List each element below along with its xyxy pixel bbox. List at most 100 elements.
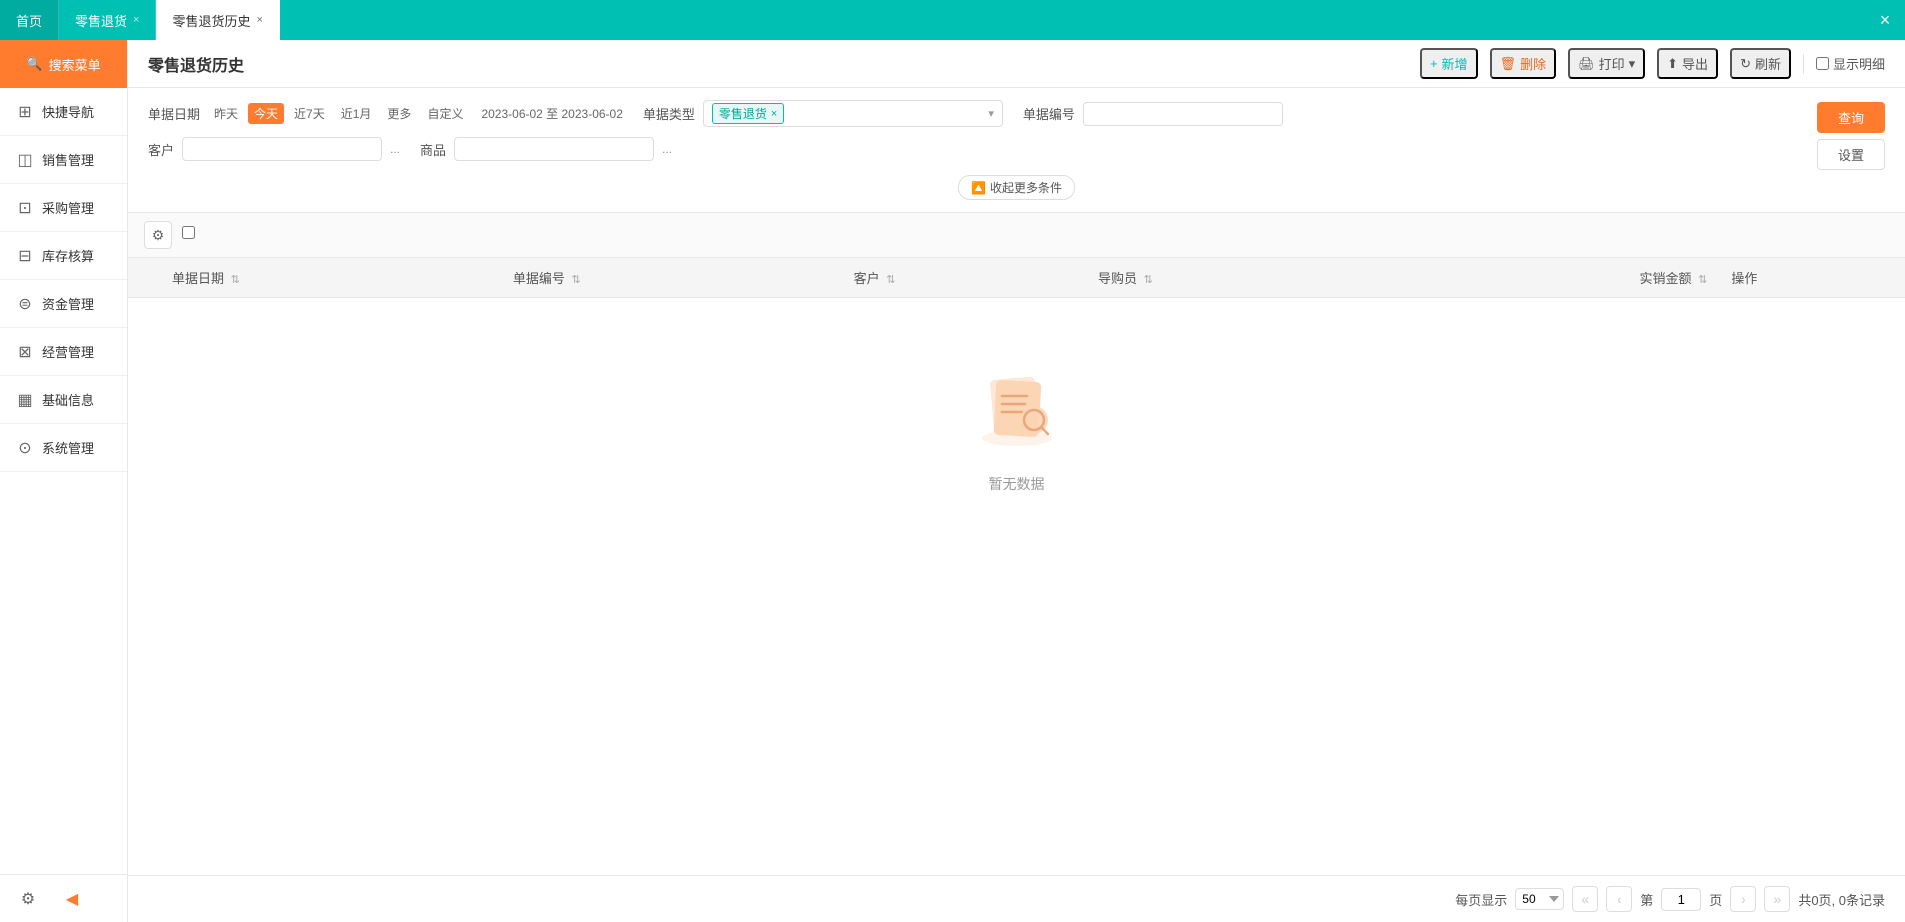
display-detail-label[interactable]: 显示明细: [1833, 54, 1885, 73]
sales-mgmt-icon: ◫: [16, 151, 34, 169]
th-date-sort-icon: ⇅: [231, 274, 240, 286]
th-amount-label: 实销金额: [1640, 271, 1692, 286]
sidebar-item-basic-info-label: 基础信息: [42, 390, 94, 409]
page-label: 第: [1640, 890, 1653, 909]
tab-retail-return-history[interactable]: 零售退货历史 ×: [156, 0, 279, 40]
sidebar-item-basic-info[interactable]: ▦ 基础信息: [0, 376, 127, 424]
th-date[interactable]: 单据日期 ⇅: [160, 258, 501, 298]
collapse-label: 收起更多条件: [990, 179, 1062, 196]
doc-type-tag-value: 零售退货: [719, 105, 767, 122]
display-detail-check: 显示明细: [1816, 54, 1885, 73]
date-opt-more[interactable]: 更多: [381, 103, 417, 124]
filter-main-row: 单据日期 昨天 今天 近7天 近1月 更多 自定义 2023-06-02 至 2…: [148, 100, 1885, 171]
purchase-mgmt-icon: ⊡: [16, 199, 34, 217]
sidebar-item-operations[interactable]: ⊠ 经营管理: [0, 328, 127, 376]
filter-doc-number: 单据编号: [1023, 102, 1283, 126]
quick-nav-icon: ⊞: [16, 103, 34, 121]
th-actions-label: 操作: [1731, 271, 1757, 286]
select-all-checkbox[interactable]: [182, 226, 195, 239]
filter-right-buttons: 查询 设置: [1797, 100, 1885, 170]
collapse-button[interactable]: 🔼 收起更多条件: [958, 175, 1075, 200]
doc-number-input[interactable]: [1083, 102, 1283, 126]
delete-button[interactable]: 🗑 删除: [1490, 48, 1557, 79]
goods-label: 商品: [420, 140, 446, 159]
settings-icon: ⚙: [21, 889, 35, 909]
customer-label: 客户: [148, 140, 174, 159]
doc-type-tag: 零售退货 ×: [712, 103, 784, 124]
export-button[interactable]: ⬆ 导出: [1657, 48, 1718, 79]
th-number-sort-icon: ⇅: [571, 274, 580, 286]
query-button[interactable]: 查询: [1817, 102, 1885, 133]
tab-retail-return-label: 零售退货: [75, 11, 127, 30]
display-detail-checkbox[interactable]: [1816, 57, 1829, 70]
prev-page-button[interactable]: ‹: [1606, 886, 1632, 912]
refresh-button[interactable]: ↻ 刷新: [1730, 48, 1791, 79]
date-opt-7days[interactable]: 近7天: [288, 103, 331, 124]
sidebar-item-quick-nav[interactable]: ⊞ 快捷导航: [0, 88, 127, 136]
sidebar-item-finance[interactable]: ⊜ 资金管理: [0, 280, 127, 328]
last-page-button[interactable]: »: [1764, 886, 1790, 912]
th-customer-sort-icon: ⇅: [886, 274, 895, 286]
refresh-icon: ↻: [1740, 56, 1751, 72]
page-title: 零售退货历史: [148, 52, 244, 76]
top-bar: 首页 零售退货 × 零售退货历史 × ×: [0, 0, 1905, 40]
table-column-settings-button[interactable]: ⚙: [144, 221, 172, 249]
filter-fields: 单据日期 昨天 今天 近7天 近1月 更多 自定义 2023-06-02 至 2…: [148, 100, 1797, 171]
main-layout: 🔍 搜索菜单 ⊞ 快捷导航 ◫ 销售管理 ⊡ 采购管理 ⊟ 库存核算 ⊜ 资金管: [0, 40, 1905, 922]
sidebar-settings-button[interactable]: ⚙: [12, 883, 44, 915]
filter-date: 单据日期 昨天 今天 近7天 近1月 更多 自定义 2023-06-02 至 2…: [148, 103, 623, 124]
th-guide[interactable]: 导购员 ⇅: [1086, 258, 1379, 298]
print-button[interactable]: 🖨 打印 ▾: [1568, 48, 1645, 79]
doc-type-select[interactable]: 零售退货 × ▾: [703, 100, 1003, 127]
page-suffix: 页: [1709, 890, 1722, 909]
print-label: 打印: [1599, 54, 1625, 73]
window-close-button[interactable]: ×: [1865, 0, 1905, 40]
first-page-button[interactable]: «: [1572, 886, 1598, 912]
add-button[interactable]: + 新增: [1420, 48, 1478, 79]
filter-settings-button[interactable]: 设置: [1817, 139, 1885, 170]
filter-row-1: 单据日期 昨天 今天 近7天 近1月 更多 自定义 2023-06-02 至 2…: [148, 100, 1797, 127]
sidebar-item-sales-mgmt[interactable]: ◫ 销售管理: [0, 136, 127, 184]
filter-area: 单据日期 昨天 今天 近7天 近1月 更多 自定义 2023-06-02 至 2…: [128, 88, 1905, 213]
sidebar-item-purchase-mgmt[interactable]: ⊡ 采购管理: [0, 184, 127, 232]
search-icon: 🔍: [26, 56, 42, 72]
sidebar-volume-button[interactable]: ◀: [56, 883, 88, 915]
goods-input[interactable]: [454, 137, 654, 161]
doc-type-tag-close[interactable]: ×: [771, 108, 777, 120]
tab-retail-return-history-close[interactable]: ×: [256, 14, 262, 26]
th-customer[interactable]: 客户 ⇅: [842, 258, 1086, 298]
sidebar-search[interactable]: 🔍 搜索菜单: [0, 40, 127, 88]
date-options: 昨天 今天 近7天 近1月 更多 自定义: [208, 103, 469, 124]
customer-dots[interactable]: ...: [390, 142, 400, 156]
th-customer-label: 客户: [854, 271, 880, 286]
page-number-input[interactable]: [1661, 888, 1701, 911]
date-opt-yesterday[interactable]: 昨天: [208, 103, 244, 124]
date-opt-today[interactable]: 今天: [248, 103, 284, 124]
doc-type-arrow-icon[interactable]: ▾: [988, 107, 994, 120]
page-header: 零售退货历史 + 新增 🗑 删除 🖨 打印 ▾ ⬆ 导出: [128, 40, 1905, 88]
collapse-icon: 🔼: [971, 181, 986, 195]
volume-icon: ◀: [66, 889, 78, 909]
filter-goods: 商品 ...: [420, 137, 672, 161]
customer-input[interactable]: [182, 137, 382, 161]
tab-list: 首页 零售退货 × 零售退货历史 ×: [0, 0, 1865, 40]
tab-retail-return-close[interactable]: ×: [133, 14, 139, 26]
sidebar-search-label: 搜索菜单: [49, 55, 101, 74]
goods-dots[interactable]: ...: [662, 142, 672, 156]
per-page-select[interactable]: 50 10 20 100: [1515, 888, 1564, 910]
sidebar-item-system-mgmt[interactable]: ⊙ 系统管理: [0, 424, 127, 472]
table-area: ⚙ 单据日期 ⇅: [128, 213, 1905, 875]
finance-icon: ⊜: [16, 295, 34, 313]
th-number[interactable]: 单据编号 ⇅: [501, 258, 842, 298]
date-opt-1month[interactable]: 近1月: [335, 103, 378, 124]
th-amount[interactable]: 实销金额 ⇅: [1379, 258, 1720, 298]
next-page-button[interactable]: ›: [1730, 886, 1756, 912]
sidebar-item-quick-nav-label: 快捷导航: [42, 102, 94, 121]
sidebar-item-inventory[interactable]: ⊟ 库存核算: [0, 232, 127, 280]
print-arrow-icon: ▾: [1629, 56, 1636, 72]
date-opt-custom[interactable]: 自定义: [421, 103, 469, 124]
next-page-icon: ›: [1741, 891, 1746, 907]
inventory-icon: ⊟: [16, 247, 34, 265]
tab-retail-return[interactable]: 零售退货 ×: [59, 0, 156, 40]
tab-home[interactable]: 首页: [0, 0, 59, 40]
